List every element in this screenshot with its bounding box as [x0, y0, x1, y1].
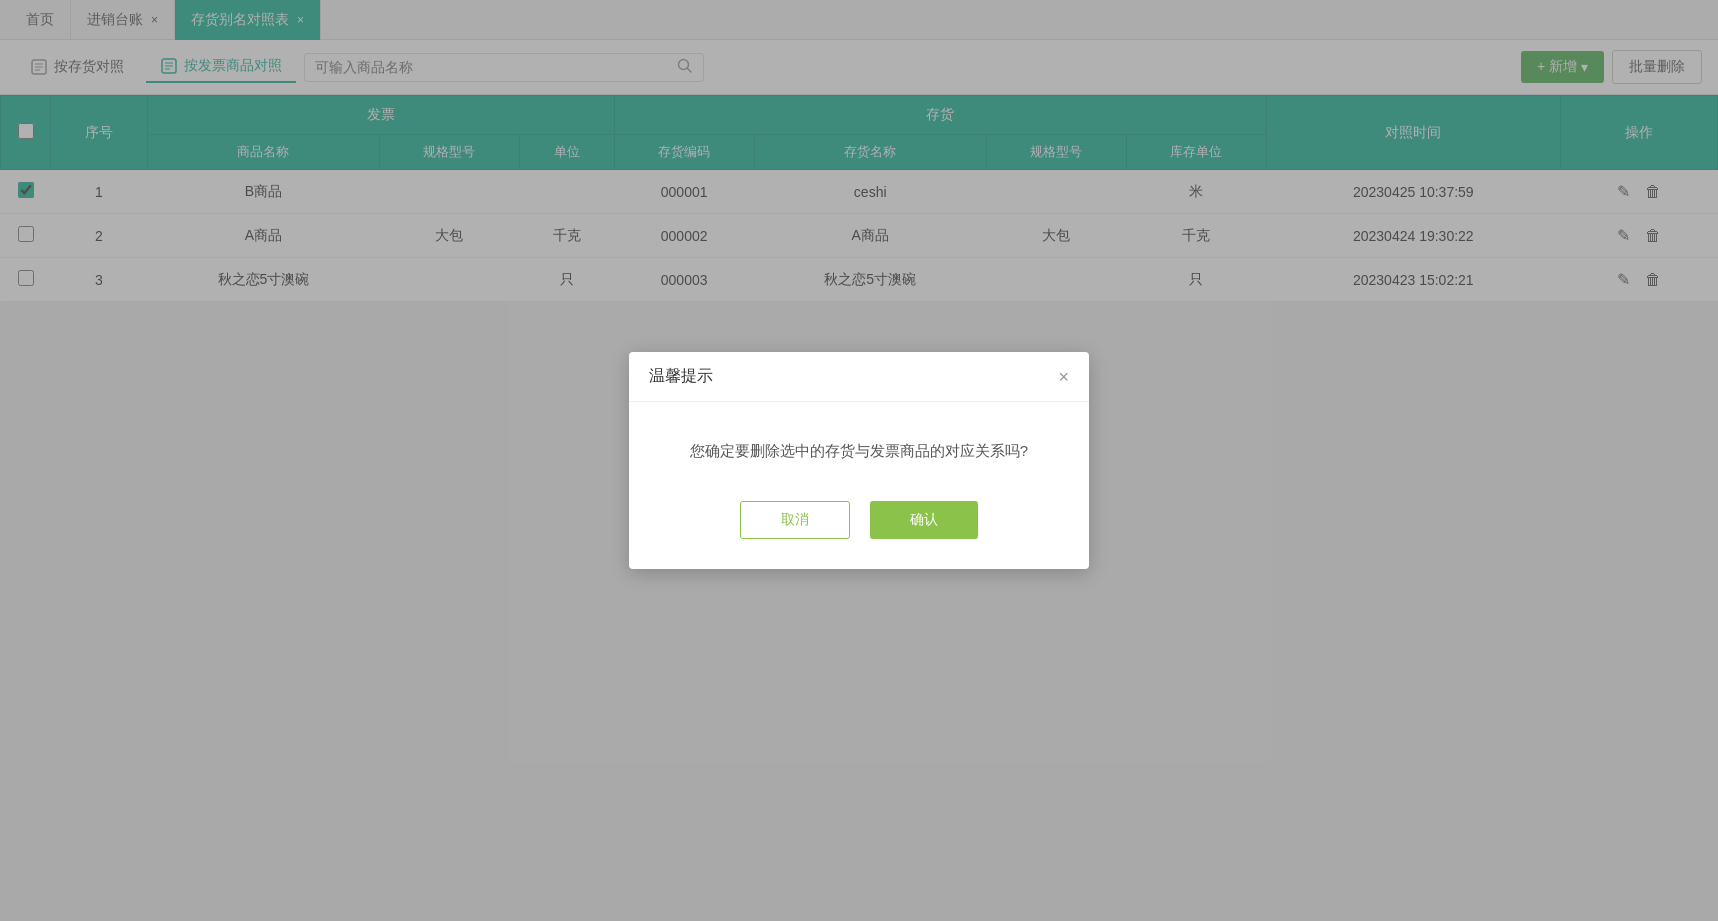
- modal-overlay: 温馨提示 × 您确定要删除选中的存货与发票商品的对应关系吗? 取消 确认: [0, 0, 1718, 302]
